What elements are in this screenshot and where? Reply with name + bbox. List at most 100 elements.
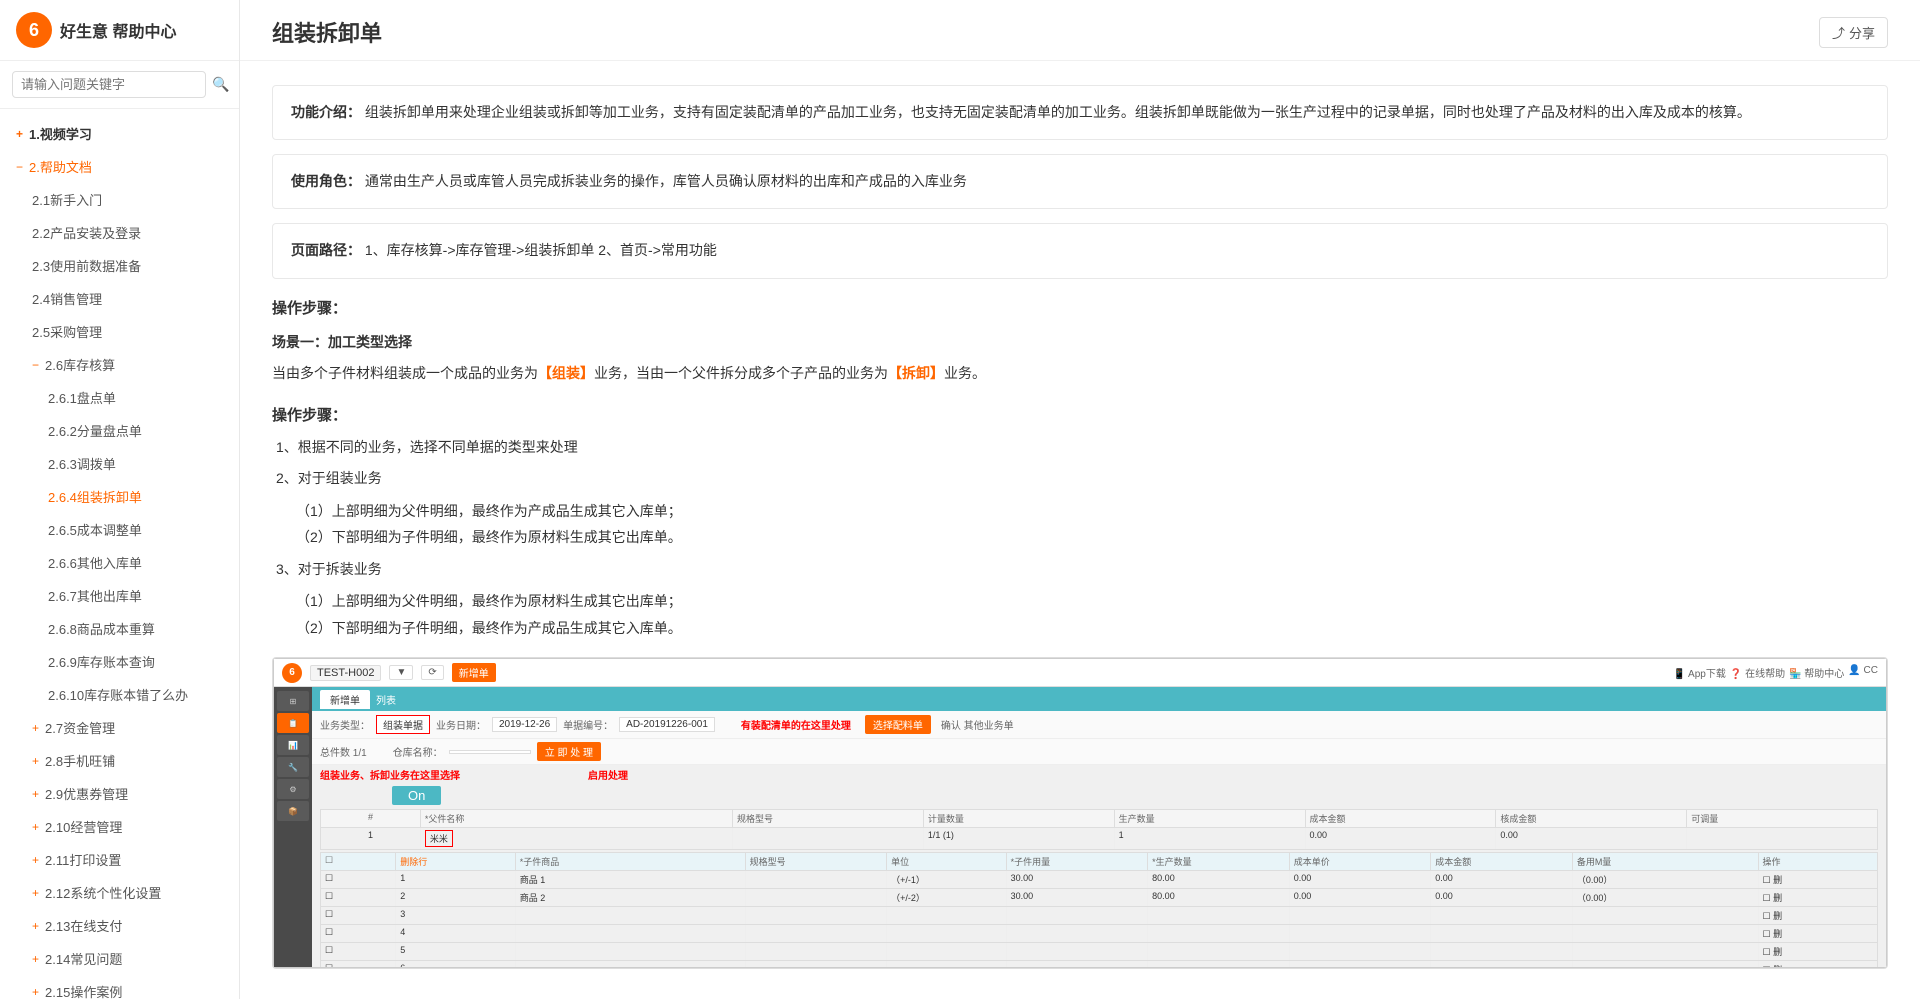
content-body: 功能介绍： 组装拆卸单用来处理企业组装或拆卸等加工业务，支持有固定装配清单的产品… <box>240 61 1920 999</box>
annotation-enable: 启用处理 <box>588 767 628 782</box>
sidebar-item-label: 2.6.9库存账本查询 <box>48 652 155 671</box>
mock-lth-remark: 备用M量 <box>1573 853 1759 870</box>
mock-tab-list: 列表 <box>376 692 396 707</box>
sidebar-item-online-pay[interactable]: + 2.13在线支付 <box>0 909 239 942</box>
share-icon: ⤴ <box>1832 23 1845 42</box>
sidebar-item-other-in[interactable]: 2.6.6其他入库单 <box>0 546 239 579</box>
sidebar-item-ledger-query[interactable]: 2.6.9库存账本查询 <box>0 645 239 678</box>
mock-top-icons: 📱 App下载 ❓ 在线帮助 🏪 帮助中心 👤 CC <box>1673 665 1878 680</box>
sidebar-item-stocktake[interactable]: 2.6.1盘点单 <box>0 381 239 414</box>
app-name: 好生意 帮助中心 <box>60 18 176 42</box>
mock-ui: 6 TEST-H002 ▼ ⟳ 新增单 📱 App下载 ❓ 在线帮助 🏪 帮助中… <box>273 658 1887 968</box>
step2: 2、对于组装业务 <box>272 466 1888 491</box>
sidebar-item-faq[interactable]: + 2.14常见问题 <box>0 942 239 975</box>
mock-table-row-upper: 1 米米 1/1 (1) 1 0.00 0.00 <box>320 827 1878 850</box>
path-label: 页面路径： <box>291 242 361 258</box>
step1: 1、根据不同的业务，选择不同单据的类型来处理 <box>272 435 1888 460</box>
sidebar-item-finance[interactable]: + 2.7资金管理 <box>0 711 239 744</box>
sidebar-item-coupon[interactable]: + 2.9优惠券管理 <box>0 777 239 810</box>
mock-lower-row5: ☐ 5 ☐ 删 <box>320 942 1878 960</box>
intro-label: 功能介绍： <box>291 104 361 120</box>
sidebar-item-split-stocktake[interactable]: 2.6.2分量盘点单 <box>0 414 239 447</box>
screenshot-container: 6 TEST-H002 ▼ ⟳ 新增单 📱 App下载 ❓ 在线帮助 🏪 帮助中… <box>272 657 1888 969</box>
mock-th-seq: # <box>321 810 421 827</box>
app-icon: 📱 App下载 <box>1673 665 1725 680</box>
mock-btn-confirm: 确认 其他业务单 <box>941 717 1014 732</box>
sidebar-item-inventory[interactable]: − 2.6库存核算 <box>0 348 239 381</box>
sidebar-item-purchase[interactable]: 2.5采购管理 <box>0 315 239 348</box>
minus-icon: − <box>16 160 23 174</box>
sidebar-item-mobile[interactable]: + 2.8手机旺铺 <box>0 744 239 777</box>
sidebar-item-label: 2.1新手入门 <box>32 190 102 209</box>
mock-lth-goods: *子件商品 <box>516 853 746 870</box>
mock-lower-row3: ☐ 3 ☐ 删 <box>320 906 1878 924</box>
mock-tab-new: 新增单 <box>320 690 370 709</box>
sidebar-item-label: 2.5采购管理 <box>32 322 102 341</box>
sidebar-item-data[interactable]: 2.3使用前数据准备 <box>0 249 239 282</box>
mock-th-cost: 成本金额 <box>1306 810 1497 827</box>
sidebar-item-case[interactable]: + 2.15操作案例 <box>0 975 239 999</box>
sidebar-item-docs[interactable]: − 2.帮助文档 <box>0 150 239 183</box>
mock-field-date-label: 业务日期： <box>436 717 486 732</box>
mock-goods-field: 米米 <box>425 830 453 847</box>
mock-th-goods: *父件名称 <box>421 810 733 827</box>
mock-lth-check: ☐ <box>321 853 396 870</box>
sidebar-item-label: 2.8手机旺铺 <box>45 751 115 770</box>
mock-tab-bar: 新增单 列表 <box>312 687 1886 711</box>
mock-sync: ⟳ <box>421 665 443 680</box>
sidebar-item-ledger-error[interactable]: 2.6.10库存账本错了么办 <box>0 678 239 711</box>
sidebar-item-label: 2.10经营管理 <box>45 817 122 836</box>
mock-td-qty: 1/1 (1) <box>924 828 1115 849</box>
center-icon: 🏪 帮助中心 <box>1789 665 1844 680</box>
mock-upper-table: # *父件名称 规格型号 计量数量 生产数量 成本金额 核成金额 可调量 <box>320 809 1878 850</box>
search-icon[interactable]: 🔍 <box>212 76 229 93</box>
mock-th-unit: 生产数量 <box>1115 810 1306 827</box>
search-input[interactable] <box>12 71 206 98</box>
mock-th-avail: 可调量 <box>1687 810 1877 827</box>
mock-lower-row1: ☐ 1 商品 1 （+/-1） 30.00 80.00 0.00 0.00 <box>320 870 1878 888</box>
share-button[interactable]: ⤴ 分享 <box>1819 17 1888 48</box>
sidebar-item-adjustment[interactable]: 2.6.3调拨单 <box>0 447 239 480</box>
mock-company: TEST-H002 <box>310 665 381 681</box>
sidebar-header: 6 好生意 帮助中心 <box>0 0 239 61</box>
sidebar-item-label: 2.6.10库存账本错了么办 <box>48 685 188 704</box>
sidebar-item-print[interactable]: + 2.11打印设置 <box>0 843 239 876</box>
intro-block: 功能介绍： 组装拆卸单用来处理企业组装或拆卸等加工业务，支持有固定装配清单的产品… <box>272 85 1888 140</box>
sidebar-item-cost-recalc[interactable]: 2.6.8商品成本重算 <box>0 612 239 645</box>
sidebar-item-sales[interactable]: 2.4销售管理 <box>0 282 239 315</box>
sidebar-item-label: 2.6.4组装拆卸单 <box>48 487 142 506</box>
sidebar-item-custom[interactable]: + 2.12系统个性化设置 <box>0 876 239 909</box>
mock-btn-execute: 立 即 处 理 <box>537 742 601 761</box>
sidebar-item-label: 2.6.3调拨单 <box>48 454 116 473</box>
sidebar-item-video[interactable]: + 1.视频学习 <box>0 117 239 150</box>
mock-side-icon-2: 📋 <box>277 713 309 733</box>
mock-field-id-label: 单据编号： <box>563 717 613 732</box>
sidebar-item-label: 2.6库存核算 <box>45 355 115 374</box>
mock-form-row2: 总件数 1/1 仓库名称： 立 即 处 理 <box>312 739 1886 765</box>
step2-sub1: （1）上部明细为父件明细，最终作为产成品生成其它入库单； <box>272 498 1888 525</box>
mock-lower-row6: ☐ 6 ☐ 删 <box>320 960 1878 967</box>
sidebar-item-install[interactable]: 2.2产品安装及登录 <box>0 216 239 249</box>
mock-sidebar: ⊞ 📋 📊 🔧 ⚙ 📦 <box>274 687 312 967</box>
mock-dropdown: ▼ <box>389 665 413 680</box>
sidebar-item-other-out[interactable]: 2.6.7其他出库单 <box>0 579 239 612</box>
sidebar-item-assembly[interactable]: 2.6.4组装拆卸单 <box>0 480 239 513</box>
sidebar-item-label: 2.6.8商品成本重算 <box>48 619 155 638</box>
sidebar-item-label: 2.7资金管理 <box>45 718 115 737</box>
scene1-title: 场景一：加工类型选择 <box>272 332 1888 352</box>
mock-lth-qty1: *子件用量 <box>1007 853 1149 870</box>
search-box: 🔍 <box>0 61 239 109</box>
mock-lth-cost1: 成本单价 <box>1290 853 1432 870</box>
sidebar-item-ops[interactable]: + 2.10经营管理 <box>0 810 239 843</box>
mock-field-type-value: 组装单据 <box>376 715 430 734</box>
mock-th-total: 核成金额 <box>1496 810 1687 827</box>
ops-title: 操作步骤： <box>272 297 1888 318</box>
step3-sub1: （1）上部明细为父件明细，最终作为原材料生成其它出库单； <box>272 588 1888 615</box>
mock-lth-cost2: 成本金额 <box>1431 853 1573 870</box>
on-status-badge: On <box>392 786 441 805</box>
sidebar-item-label: 2.9优惠券管理 <box>45 784 128 803</box>
step3: 3、对于拆装业务 <box>272 557 1888 582</box>
main-header: 组装拆卸单 ⤴ 分享 <box>240 0 1920 61</box>
sidebar-item-newcomer[interactable]: 2.1新手入门 <box>0 183 239 216</box>
sidebar-item-cost-adj[interactable]: 2.6.5成本调整单 <box>0 513 239 546</box>
